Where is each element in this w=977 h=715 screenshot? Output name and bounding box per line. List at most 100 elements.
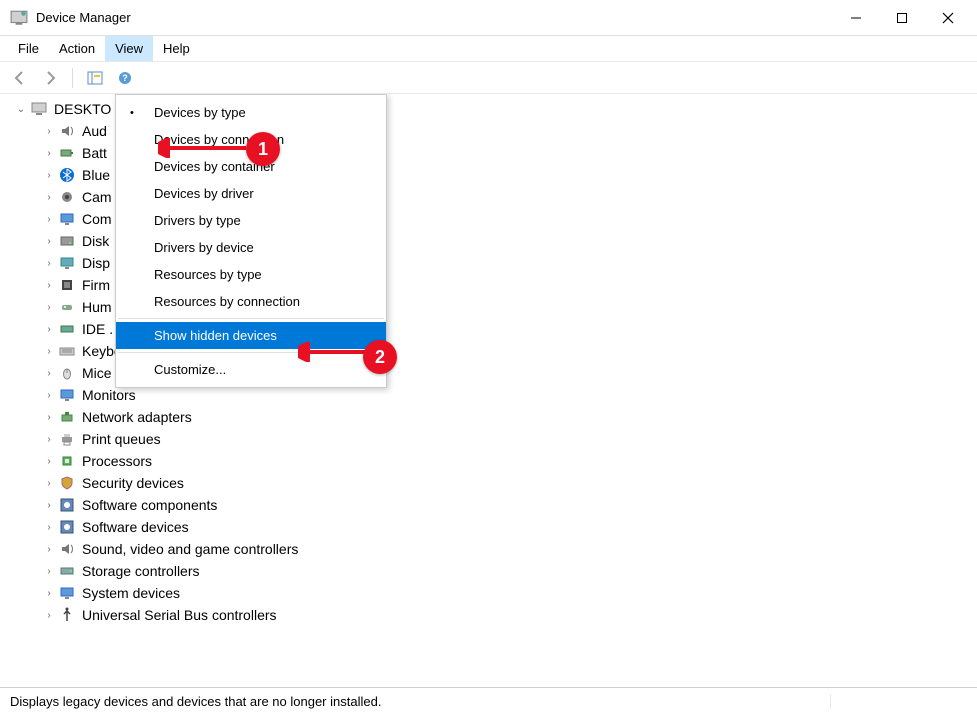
- expand-icon[interactable]: ›: [42, 190, 56, 204]
- computer-icon: [30, 100, 48, 118]
- back-button[interactable]: [8, 66, 32, 90]
- tree-item-label: Sound, video and game controllers: [82, 541, 298, 557]
- mouse-icon: [58, 364, 76, 382]
- expand-icon[interactable]: ›: [42, 300, 56, 314]
- dropdown-item[interactable]: Show hidden devices: [116, 322, 386, 349]
- show-hide-tree-button[interactable]: [83, 66, 107, 90]
- menu-help[interactable]: Help: [153, 36, 200, 61]
- usb-icon: [58, 606, 76, 624]
- monitor-icon: [58, 210, 76, 228]
- dropdown-item[interactable]: Devices by type•: [116, 99, 386, 126]
- expand-icon[interactable]: ›: [42, 168, 56, 182]
- tree-item-label: Cam: [82, 189, 112, 205]
- maximize-button[interactable]: [879, 2, 925, 34]
- expand-icon[interactable]: ›: [42, 344, 56, 358]
- dropdown-item[interactable]: Customize...: [116, 356, 386, 383]
- expand-icon[interactable]: ›: [42, 146, 56, 160]
- expand-icon[interactable]: ›: [42, 278, 56, 292]
- check-icon: •: [130, 107, 134, 119]
- menu-action[interactable]: Action: [49, 36, 105, 61]
- tree-item-label: Monitors: [82, 387, 136, 403]
- tree-item-label: Blue: [82, 167, 110, 183]
- tree-item-label: Disp: [82, 255, 110, 271]
- menu-view[interactable]: View: [105, 36, 153, 61]
- ide-icon: [58, 320, 76, 338]
- tree-item[interactable]: › Software components: [40, 494, 977, 516]
- body-area: ⌄ DESKTO ›Aud›Batt›Blue›Cam›Com›Disk›Dis…: [0, 94, 977, 684]
- expand-icon[interactable]: ›: [42, 542, 56, 556]
- expand-icon[interactable]: ›: [42, 608, 56, 622]
- dropdown-item[interactable]: Drivers by type: [116, 207, 386, 234]
- dropdown-item[interactable]: Resources by type: [116, 261, 386, 288]
- dropdown-item[interactable]: Devices by driver: [116, 180, 386, 207]
- collapse-icon[interactable]: ⌄: [14, 102, 28, 116]
- storage-icon: [58, 562, 76, 580]
- tree-item[interactable]: › Processors: [40, 450, 977, 472]
- expand-icon[interactable]: ›: [42, 366, 56, 380]
- tree-item-label: System devices: [82, 585, 180, 601]
- software-icon: [58, 518, 76, 536]
- toolbar-separator: [72, 68, 73, 88]
- printer-icon: [58, 430, 76, 448]
- disk-icon: [58, 232, 76, 250]
- status-text: Displays legacy devices and devices that…: [6, 694, 831, 709]
- help-button[interactable]: ?: [113, 66, 137, 90]
- dropdown-separator: [118, 352, 384, 353]
- expand-icon[interactable]: ›: [42, 256, 56, 270]
- title-bar: Device Manager: [0, 0, 977, 36]
- expand-icon[interactable]: ›: [42, 564, 56, 578]
- expand-icon[interactable]: ›: [42, 124, 56, 138]
- tree-item-label: Hum: [82, 299, 112, 315]
- tree-item-label: Processors: [82, 453, 152, 469]
- tree-item-label: Storage controllers: [82, 563, 200, 579]
- minimize-button[interactable]: [833, 2, 879, 34]
- battery-icon: [58, 144, 76, 162]
- expand-icon[interactable]: ›: [42, 234, 56, 248]
- menu-file[interactable]: File: [8, 36, 49, 61]
- display-icon: [58, 254, 76, 272]
- tree-item-label: Software components: [82, 497, 217, 513]
- tree-item-label: Disk: [82, 233, 109, 249]
- expand-icon[interactable]: ›: [42, 586, 56, 600]
- app-icon: [10, 9, 28, 27]
- security-icon: [58, 474, 76, 492]
- expand-icon[interactable]: ›: [42, 322, 56, 336]
- tree-item[interactable]: › System devices: [40, 582, 977, 604]
- tree-item-label: Firm: [82, 277, 110, 293]
- tree-item-label: Print queues: [82, 431, 161, 447]
- tree-item[interactable]: ›Software devices: [40, 516, 977, 538]
- tree-item[interactable]: › Sound, video and game controllers: [40, 538, 977, 560]
- dropdown-separator: [118, 318, 384, 319]
- dropdown-item[interactable]: Drivers by device: [116, 234, 386, 261]
- tree-item[interactable]: › Security devices: [40, 472, 977, 494]
- tree-item-label: Batt: [82, 145, 107, 161]
- tree-item[interactable]: ›Network adapters: [40, 406, 977, 428]
- tree-item-label: Universal Serial Bus controllers: [82, 607, 277, 623]
- annotation-badge-2: 2: [363, 340, 397, 374]
- tree-item[interactable]: › Universal Serial Bus controllers: [40, 604, 977, 626]
- expand-icon[interactable]: ›: [42, 212, 56, 226]
- tree-item-label: Security devices: [82, 475, 184, 491]
- tree-item[interactable]: › Print queues: [40, 428, 977, 450]
- dropdown-item[interactable]: Resources by connection: [116, 288, 386, 315]
- svg-text:?: ?: [122, 73, 128, 83]
- expand-icon[interactable]: ›: [42, 498, 56, 512]
- cpu-icon: [58, 452, 76, 470]
- menu-bar: File Action View Help: [0, 36, 977, 62]
- expand-icon[interactable]: ›: [42, 388, 56, 402]
- expand-icon[interactable]: ›: [42, 520, 56, 534]
- forward-button[interactable]: [38, 66, 62, 90]
- expand-icon[interactable]: ›: [42, 476, 56, 490]
- tree-root-label: DESKTO: [54, 101, 111, 117]
- tree-item-label: Aud: [82, 123, 107, 139]
- toolbar: ?: [0, 62, 977, 94]
- tree-item-label: IDE .: [82, 321, 113, 337]
- status-bar: Displays legacy devices and devices that…: [0, 687, 977, 715]
- expand-icon[interactable]: ›: [42, 454, 56, 468]
- expand-icon[interactable]: ›: [42, 410, 56, 424]
- software-icon: [58, 496, 76, 514]
- window-controls: [833, 2, 971, 34]
- close-button[interactable]: [925, 2, 971, 34]
- expand-icon[interactable]: ›: [42, 432, 56, 446]
- tree-item[interactable]: › Storage controllers: [40, 560, 977, 582]
